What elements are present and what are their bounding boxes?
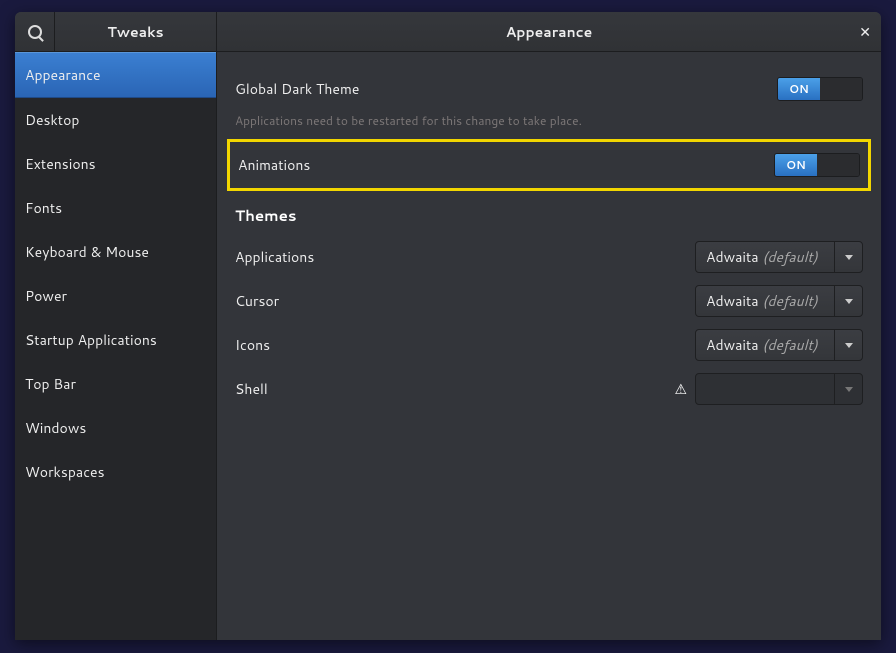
content-panel: Global Dark Theme ON Applications need t…	[217, 52, 881, 640]
sidebar-item-extensions[interactable]: Extensions	[15, 142, 216, 186]
global-dark-theme-row: Global Dark Theme ON	[235, 72, 863, 106]
window-body: Appearance Desktop Extensions Fonts Keyb…	[15, 52, 881, 640]
animations-row-highlighted: Animations ON	[227, 139, 871, 191]
sidebar-item-label: Startup Applications	[25, 330, 157, 350]
search-button[interactable]	[15, 12, 55, 52]
toggle-on-label: ON	[775, 154, 817, 176]
sidebar-item-label: Windows	[25, 418, 86, 438]
applications-theme-dropdown[interactable]: Adwaita (default)	[695, 241, 863, 273]
cursor-theme-label: Cursor	[235, 291, 695, 311]
warning-icon: ⚠	[674, 379, 687, 399]
sidebar-item-label: Appearance	[25, 65, 101, 85]
sidebar-title: Tweaks	[55, 22, 216, 42]
sidebar-item-workspaces[interactable]: Workspaces	[15, 450, 216, 494]
toggle-off-side	[817, 154, 859, 176]
animations-row: Animations ON	[238, 148, 860, 182]
dropdown-value: Adwaita (default)	[696, 335, 834, 355]
cursor-theme-dropdown[interactable]: Adwaita (default)	[695, 285, 863, 317]
close-button[interactable]: ✕	[859, 22, 871, 42]
sidebar-item-label: Fonts	[25, 198, 62, 218]
dropdown-value: Adwaita (default)	[696, 291, 834, 311]
sidebar-item-label: Power	[25, 286, 67, 306]
page-title: Appearance	[506, 22, 593, 42]
sidebar-item-appearance[interactable]: Appearance	[15, 52, 216, 98]
dropdown-value: Adwaita (default)	[696, 247, 834, 267]
tweaks-window: Tweaks Appearance ✕ Appearance Desktop E…	[15, 12, 881, 640]
applications-theme-label: Applications	[235, 247, 695, 267]
sidebar-item-label: Keyboard & Mouse	[25, 242, 149, 262]
sidebar: Appearance Desktop Extensions Fonts Keyb…	[15, 52, 217, 640]
sidebar-item-label: Extensions	[25, 154, 96, 174]
sidebar-item-label: Desktop	[25, 110, 79, 130]
titlebar: Tweaks Appearance ✕	[15, 12, 881, 52]
applications-theme-row: Applications Adwaita (default)	[235, 240, 863, 274]
titlebar-right: Appearance ✕	[217, 12, 881, 52]
animations-toggle[interactable]: ON	[774, 153, 860, 177]
toggle-off-side	[820, 78, 862, 100]
chevron-down-icon	[834, 242, 862, 272]
shell-theme-dropdown	[695, 373, 863, 405]
chevron-down-icon	[834, 286, 862, 316]
sidebar-item-keyboard-mouse[interactable]: Keyboard & Mouse	[15, 230, 216, 274]
global-dark-theme-label: Global Dark Theme	[235, 79, 777, 99]
shell-theme-row: Shell ⚠	[235, 372, 863, 406]
sidebar-item-label: Top Bar	[25, 374, 76, 394]
sidebar-item-top-bar[interactable]: Top Bar	[15, 362, 216, 406]
shell-theme-label: Shell	[235, 379, 674, 399]
search-icon	[28, 25, 42, 39]
toggle-on-label: ON	[778, 78, 820, 100]
animations-label: Animations	[238, 155, 774, 175]
sidebar-item-windows[interactable]: Windows	[15, 406, 216, 450]
icons-theme-dropdown[interactable]: Adwaita (default)	[695, 329, 863, 361]
themes-header: Themes	[235, 205, 863, 226]
global-dark-theme-toggle[interactable]: ON	[777, 77, 863, 101]
sidebar-item-fonts[interactable]: Fonts	[15, 186, 216, 230]
sidebar-item-startup-applications[interactable]: Startup Applications	[15, 318, 216, 362]
sidebar-item-power[interactable]: Power	[15, 274, 216, 318]
titlebar-left: Tweaks	[15, 12, 217, 52]
sidebar-item-desktop[interactable]: Desktop	[15, 98, 216, 142]
chevron-down-icon	[834, 330, 862, 360]
icons-theme-row: Icons Adwaita (default)	[235, 328, 863, 362]
icons-theme-label: Icons	[235, 335, 695, 355]
global-dark-theme-hint: Applications need to be restarted for th…	[235, 112, 863, 129]
cursor-theme-row: Cursor Adwaita (default)	[235, 284, 863, 318]
sidebar-item-label: Workspaces	[25, 462, 105, 482]
close-icon: ✕	[859, 22, 871, 42]
chevron-down-icon	[834, 374, 862, 404]
